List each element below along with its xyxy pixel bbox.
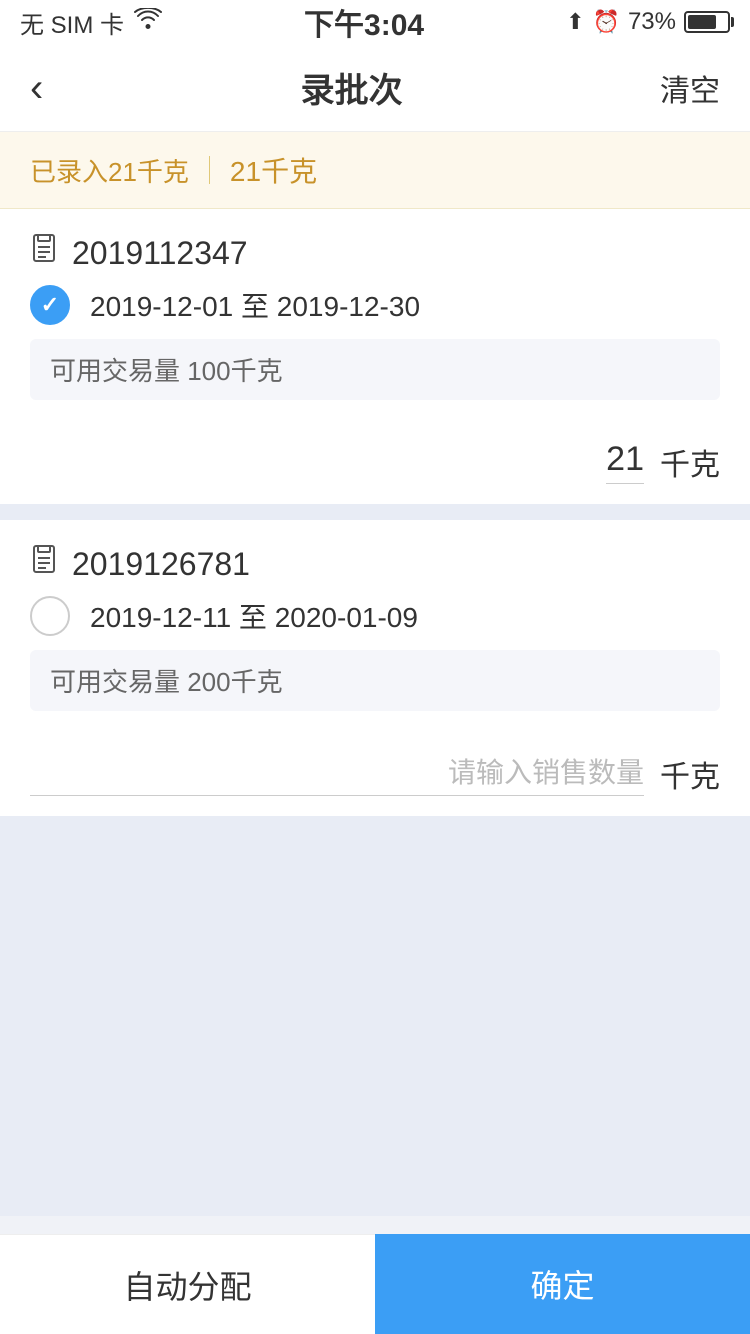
batch-2-date-row[interactable]: 2019-12-11 至 2020-01-09 (30, 596, 720, 636)
battery-percent: 73% (628, 8, 676, 36)
confirm-button[interactable]: 确定 (375, 1234, 750, 1334)
batch-2-availability-text: 可用交易量 200千克 (50, 667, 283, 697)
status-bar: 无 SIM 卡 下午3:04 ⬆ ⏰ 73% (0, 0, 750, 44)
section-divider-1 (0, 504, 750, 520)
info-divider (209, 156, 210, 184)
batch-1-card: 2019112347 2019-12-01 至 2019-12-30 可用交易量… (0, 209, 750, 504)
batch-1-quantity-underline: 21 (606, 440, 644, 484)
batch-1-header: 2019112347 (30, 233, 720, 273)
batch-2-unit: 千克 (660, 752, 720, 796)
batch-1-date-row[interactable]: 2019-12-01 至 2019-12-30 (30, 285, 720, 325)
status-left: 无 SIM 卡 (20, 5, 162, 40)
empty-area (0, 816, 750, 1216)
batch-1-item: 2019112347 2019-12-01 至 2019-12-30 可用交易量… (0, 209, 750, 420)
clear-button[interactable]: 清空 (660, 66, 720, 110)
batch-2-header: 2019126781 (30, 544, 720, 584)
carrier-text: 无 SIM 卡 (20, 5, 124, 40)
alarm-icon: ⏰ (593, 9, 620, 35)
bottom-bar: 自动分配 确定 (0, 1234, 750, 1334)
batch-2-input-row[interactable]: 请输入销售数量 千克 (0, 731, 750, 816)
batch-1-date: 2019-12-01 至 2019-12-30 (90, 285, 420, 325)
already-recorded-label: 已录入21千克 (30, 152, 189, 189)
batch-2-radio[interactable] (30, 596, 70, 636)
info-banner: 已录入21千克 21千克 (0, 132, 750, 209)
nav-bar: ‹ 录批次 清空 (0, 44, 750, 132)
battery-icon (684, 11, 730, 33)
location-icon: ⬆ (566, 9, 584, 35)
status-right: ⬆ ⏰ 73% (566, 8, 730, 36)
auto-distribute-button[interactable]: 自动分配 (0, 1234, 375, 1334)
batch-2-id: 2019126781 (72, 546, 250, 583)
batch-1-availability-text: 可用交易量 100千克 (50, 356, 283, 386)
page-title: 录批次 (301, 63, 403, 112)
batch-2-date: 2019-12-11 至 2020-01-09 (90, 596, 418, 636)
status-time: 下午3:04 (304, 0, 424, 44)
batch-2-placeholder: 请输入销售数量 (448, 751, 644, 791)
batch-2-input-underline[interactable]: 请输入销售数量 (30, 751, 644, 796)
batch-1-quantity-value: 21 (606, 440, 644, 479)
recorded-value: 21千克 (230, 150, 317, 190)
wifi-icon (134, 8, 162, 37)
batch-1-radio[interactable] (30, 285, 70, 325)
batch-1-doc-icon (30, 233, 62, 273)
content-wrap: 2019112347 2019-12-01 至 2019-12-30 可用交易量… (0, 209, 750, 1316)
batch-1-id: 2019112347 (72, 235, 248, 272)
batch-1-quantity-row: 21 千克 (0, 420, 750, 504)
batch-2-doc-icon (30, 544, 62, 584)
batch-1-unit: 千克 (660, 440, 720, 484)
back-button[interactable]: ‹ (30, 68, 43, 108)
batch-2-item: 2019126781 2019-12-11 至 2020-01-09 可用交易量… (0, 520, 750, 731)
batch-1-availability: 可用交易量 100千克 (30, 339, 720, 400)
batch-2-card: 2019126781 2019-12-11 至 2020-01-09 可用交易量… (0, 520, 750, 816)
batch-2-availability: 可用交易量 200千克 (30, 650, 720, 711)
